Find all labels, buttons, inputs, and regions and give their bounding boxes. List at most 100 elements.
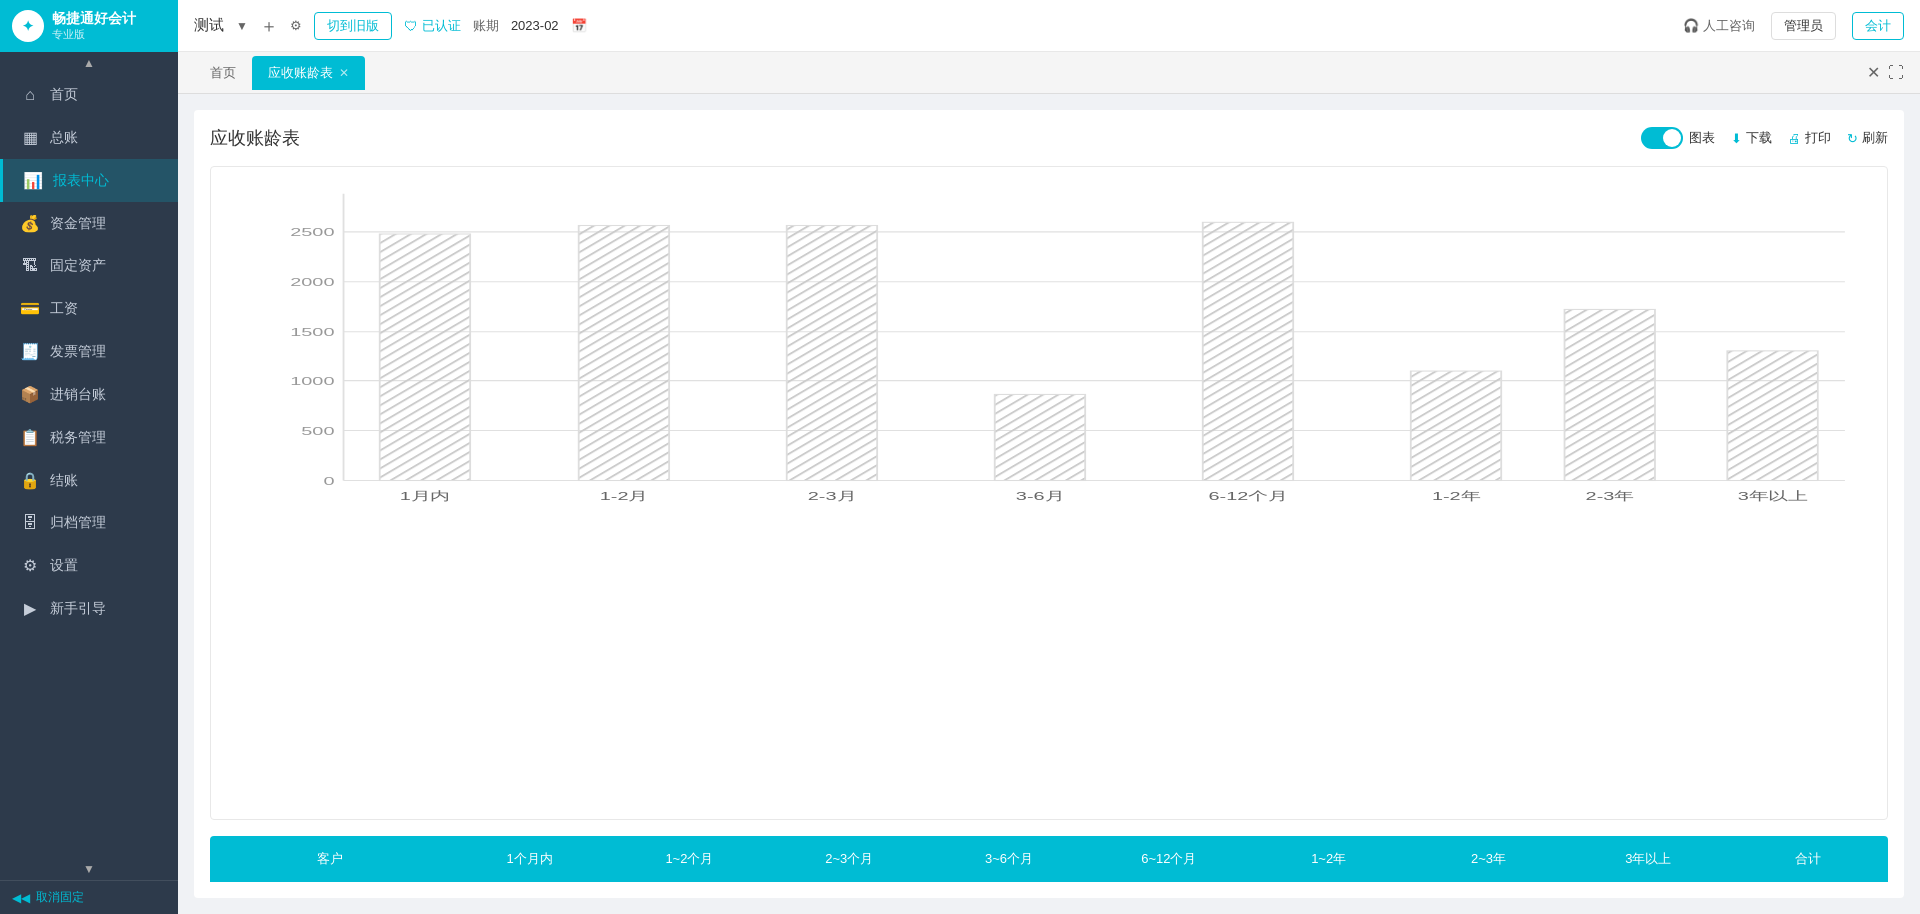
sidebar-item-home[interactable]: ⌂ 首页 bbox=[0, 74, 178, 116]
svg-text:2500: 2500 bbox=[290, 225, 334, 238]
switch-old-version-btn[interactable]: 切到旧版 bbox=[314, 12, 392, 40]
svg-rect-26 bbox=[1565, 309, 1655, 480]
admin-btn[interactable]: 管理员 bbox=[1771, 12, 1836, 40]
tab-expand-btn[interactable]: ⛶ bbox=[1888, 63, 1904, 82]
logo-text: 畅捷通好会计 bbox=[52, 10, 136, 27]
tab-home-label: 首页 bbox=[210, 64, 236, 82]
svg-text:1-2年: 1-2年 bbox=[1432, 489, 1480, 502]
logo-sub: 专业版 bbox=[52, 27, 136, 42]
certified-badge: 🛡 已认证 bbox=[404, 17, 461, 35]
sidebar-item-label: 资金管理 bbox=[50, 215, 106, 233]
svg-text:2-3月: 2-3月 bbox=[808, 489, 856, 502]
pin-icon: ◀◀ bbox=[12, 891, 30, 905]
tab-home[interactable]: 首页 bbox=[194, 56, 252, 90]
sidebar-nav: ⌂ 首页 ▦ 总账 📊 报表中心 💰 资金管理 🏗 固定资产 💳 工资 🧾 发票… bbox=[0, 74, 178, 858]
sidebar-item-reports[interactable]: 📊 报表中心 bbox=[0, 159, 178, 202]
sidebar: ✦ 畅捷通好会计 专业版 ▲ ⌂ 首页 ▦ 总账 📊 报表中心 💰 资金管理 🏗… bbox=[0, 0, 178, 914]
chart-area: 0 500 1000 1500 2000 2500 bbox=[210, 166, 1888, 820]
svg-rect-18 bbox=[787, 226, 877, 481]
sidebar-item-label: 固定资产 bbox=[50, 257, 106, 275]
svg-text:2000: 2000 bbox=[290, 275, 334, 288]
guide-icon: ▶ bbox=[20, 599, 40, 618]
sidebar-item-ledger[interactable]: ▦ 总账 bbox=[0, 116, 178, 159]
sidebar-item-closing[interactable]: 🔒 结账 bbox=[0, 459, 178, 502]
tab-bar: 首页 应收账龄表 ✕ ✕ ⛶ bbox=[178, 52, 1920, 94]
project-name: 测试 bbox=[194, 16, 224, 35]
sidebar-item-payroll[interactable]: 💳 工资 bbox=[0, 287, 178, 330]
svg-rect-20 bbox=[995, 394, 1085, 480]
col-total: 合计 bbox=[1728, 836, 1888, 882]
tab-bar-actions: ✕ ⛶ bbox=[1867, 63, 1904, 82]
sidebar-item-inventory[interactable]: 📦 进销台账 bbox=[0, 373, 178, 416]
closing-icon: 🔒 bbox=[20, 471, 40, 490]
sidebar-item-label: 归档管理 bbox=[50, 514, 106, 532]
main-area: 测试 ▼ ＋ ⚙ 切到旧版 🛡 已认证 账期 2023-02 📅 🎧 人工咨询 … bbox=[178, 0, 1920, 914]
sidebar-item-funds[interactable]: 💰 资金管理 bbox=[0, 202, 178, 245]
sidebar-item-label: 结账 bbox=[50, 472, 78, 490]
svg-text:1000: 1000 bbox=[290, 374, 334, 387]
consult-label: 人工咨询 bbox=[1703, 17, 1755, 35]
refresh-btn[interactable]: ↻ 刷新 bbox=[1847, 129, 1888, 147]
sidebar-scroll-up[interactable]: ▲ bbox=[0, 52, 178, 74]
chart-toggle[interactable] bbox=[1641, 127, 1683, 149]
page-actions: 图表 ⬇ 下载 🖨 打印 ↻ 刷新 bbox=[1641, 127, 1888, 149]
reports-icon: 📊 bbox=[23, 171, 43, 190]
settings-icon: ⚙ bbox=[20, 556, 40, 575]
invoices-icon: 🧾 bbox=[20, 342, 40, 361]
svg-rect-22 bbox=[1203, 222, 1293, 480]
assets-icon: 🏗 bbox=[20, 257, 40, 275]
project-dropdown-icon[interactable]: ▼ bbox=[236, 19, 248, 33]
tax-icon: 📋 bbox=[20, 428, 40, 447]
svg-text:2-3年: 2-3年 bbox=[1586, 489, 1634, 502]
col-1-2y: 1~2年 bbox=[1249, 836, 1409, 882]
shield-icon: 🛡 bbox=[404, 18, 418, 34]
accountant-btn[interactable]: 会计 bbox=[1852, 12, 1904, 40]
chart-toggle-wrap: 图表 bbox=[1641, 127, 1715, 149]
refresh-label: 刷新 bbox=[1862, 129, 1888, 147]
download-icon: ⬇ bbox=[1731, 131, 1742, 146]
sidebar-item-settings[interactable]: ⚙ 设置 bbox=[0, 544, 178, 587]
sidebar-scroll-down[interactable]: ▼ bbox=[0, 858, 178, 880]
sidebar-item-label: 税务管理 bbox=[50, 429, 106, 447]
logo-icon: ✦ bbox=[12, 10, 44, 42]
sidebar-item-archive[interactable]: 🗄 归档管理 bbox=[0, 502, 178, 544]
sidebar-item-label: 发票管理 bbox=[50, 343, 106, 361]
chart-wrap: 0 500 1000 1500 2000 2500 bbox=[235, 183, 1863, 523]
cancel-fixed-label: 取消固定 bbox=[36, 889, 84, 906]
col-1m: 1个月内 bbox=[450, 836, 610, 882]
sidebar-item-guide[interactable]: ▶ 新手引导 bbox=[0, 587, 178, 630]
print-btn[interactable]: 🖨 打印 bbox=[1788, 129, 1831, 147]
funds-icon: 💰 bbox=[20, 214, 40, 233]
certified-label: 已认证 bbox=[422, 17, 461, 35]
sidebar-item-tax[interactable]: 📋 税务管理 bbox=[0, 416, 178, 459]
header-right: 🎧 人工咨询 管理员 会计 bbox=[1683, 12, 1904, 40]
sidebar-item-label: 总账 bbox=[50, 129, 78, 147]
sidebar-item-assets[interactable]: 🏗 固定资产 bbox=[0, 245, 178, 287]
cancel-fixed-btn[interactable]: ◀◀ 取消固定 bbox=[0, 880, 178, 914]
bar-chart-svg: 0 500 1000 1500 2000 2500 bbox=[235, 183, 1863, 523]
tab-close-all-btn[interactable]: ✕ bbox=[1867, 63, 1880, 82]
consult-btn[interactable]: 🎧 人工咨询 bbox=[1683, 17, 1755, 35]
tab-ar-aging[interactable]: 应收账龄表 ✕ bbox=[252, 56, 365, 90]
svg-rect-24 bbox=[1411, 371, 1501, 480]
download-btn[interactable]: ⬇ 下载 bbox=[1731, 129, 1772, 147]
calendar-icon[interactable]: 📅 bbox=[571, 18, 587, 33]
table-header: 客户 1个月内 1~2个月 2~3个月 3~6个月 6~12个月 1~2年 2~… bbox=[210, 836, 1888, 882]
svg-text:6-12个月: 6-12个月 bbox=[1209, 489, 1288, 502]
ledger-icon: ▦ bbox=[20, 128, 40, 147]
page-header: 应收账龄表 图表 ⬇ 下载 🖨 打印 ↻ bbox=[210, 126, 1888, 150]
sidebar-item-label: 设置 bbox=[50, 557, 78, 575]
home-icon: ⌂ bbox=[20, 86, 40, 104]
payroll-icon: 💳 bbox=[20, 299, 40, 318]
sidebar-item-invoices[interactable]: 🧾 发票管理 bbox=[0, 330, 178, 373]
archive-icon: 🗄 bbox=[20, 514, 40, 532]
header-settings-icon[interactable]: ⚙ bbox=[290, 18, 302, 33]
print-label: 打印 bbox=[1805, 129, 1831, 147]
page-container: 应收账龄表 图表 ⬇ 下载 🖨 打印 ↻ bbox=[194, 110, 1904, 898]
download-label: 下载 bbox=[1746, 129, 1772, 147]
add-project-btn[interactable]: ＋ bbox=[260, 14, 278, 38]
print-icon: 🖨 bbox=[1788, 131, 1801, 146]
tab-close-icon[interactable]: ✕ bbox=[339, 66, 349, 80]
svg-text:0: 0 bbox=[323, 474, 334, 487]
sidebar-item-label: 报表中心 bbox=[53, 172, 109, 190]
